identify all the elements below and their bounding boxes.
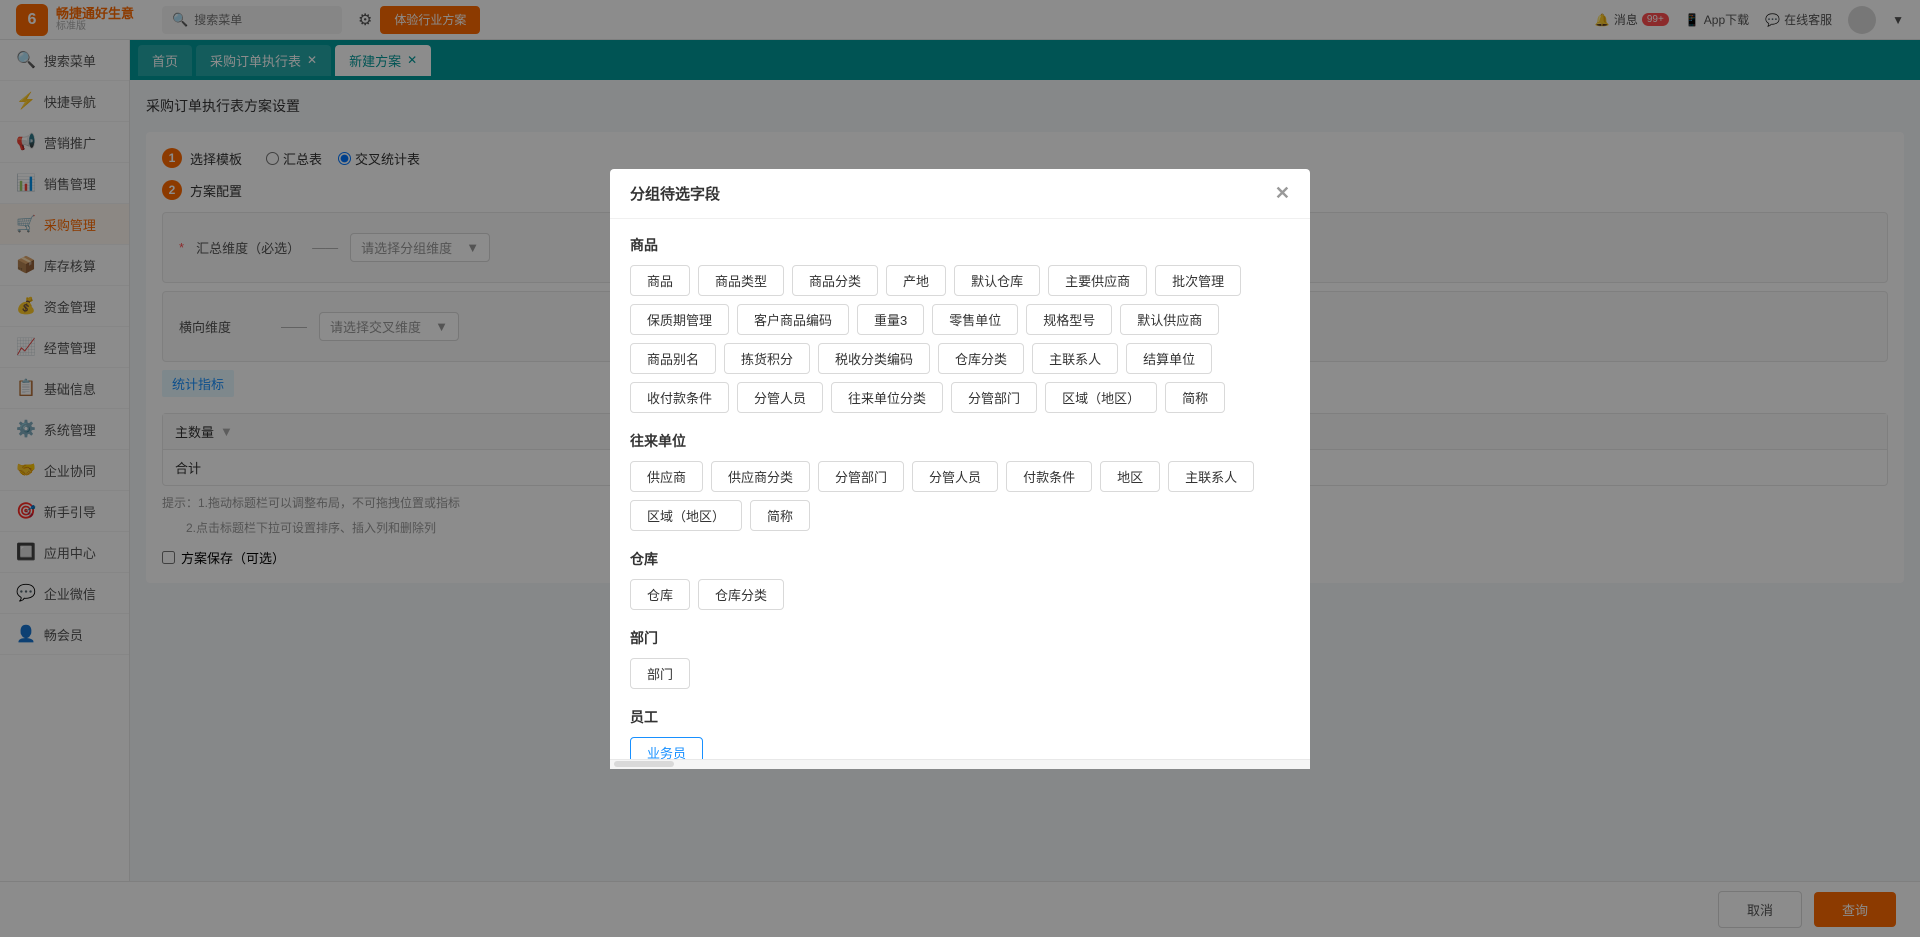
- field-tag[interactable]: 商品类型: [698, 265, 784, 296]
- section-title-warehouse: 仓库: [630, 549, 1290, 569]
- field-tag[interactable]: 税收分类编码: [818, 343, 930, 374]
- modal-header: 分组待选字段 ✕: [610, 169, 1310, 219]
- field-tag[interactable]: 默认仓库: [954, 265, 1040, 296]
- field-tag[interactable]: 主联系人: [1168, 461, 1254, 492]
- field-tag[interactable]: 零售单位: [932, 304, 1018, 335]
- field-tag[interactable]: 收付款条件: [630, 382, 729, 413]
- section-warehouse: 仓库 仓库 仓库分类: [630, 549, 1290, 610]
- field-tag[interactable]: 简称: [1165, 382, 1225, 413]
- field-tag[interactable]: 商品别名: [630, 343, 716, 374]
- employee-fields: 业务员: [630, 737, 1290, 760]
- field-tag[interactable]: 主要供应商: [1048, 265, 1147, 296]
- field-tag[interactable]: 拣货积分: [724, 343, 810, 374]
- field-tag[interactable]: 结算单位: [1126, 343, 1212, 374]
- field-tag[interactable]: 商品分类: [792, 265, 878, 296]
- field-tag[interactable]: 商品: [630, 265, 690, 296]
- modal-body[interactable]: 商品 商品 商品类型 商品分类 产地 默认仓库 主要供应商 批次管理 保质期管理…: [610, 219, 1310, 760]
- section-title-product: 商品: [630, 235, 1290, 255]
- field-tag[interactable]: 仓库分类: [698, 579, 784, 610]
- section-counterpart: 往来单位 供应商 供应商分类 分管部门 分管人员 付款条件 地区 主联系人 区域…: [630, 431, 1290, 531]
- section-title-employee: 员工: [630, 707, 1290, 727]
- field-tag[interactable]: 重量3: [857, 304, 924, 335]
- warehouse-fields: 仓库 仓库分类: [630, 579, 1290, 610]
- field-tag[interactable]: 付款条件: [1006, 461, 1092, 492]
- field-tag[interactable]: 分管人员: [912, 461, 998, 492]
- field-tag[interactable]: 区域（地区）: [1045, 382, 1157, 413]
- field-tag[interactable]: 默认供应商: [1120, 304, 1219, 335]
- hscroll-thumb: [614, 761, 674, 767]
- modal-hscroll[interactable]: [610, 759, 1310, 768]
- field-select-modal: 分组待选字段 ✕ 商品 商品 商品类型 商品分类 产地 默认仓库 主要供应商 批…: [610, 169, 1310, 769]
- field-tag[interactable]: 部门: [630, 658, 690, 689]
- field-tag[interactable]: 分管人员: [737, 382, 823, 413]
- field-tag[interactable]: 往来单位分类: [831, 382, 943, 413]
- field-tag[interactable]: 仓库: [630, 579, 690, 610]
- section-title-counterpart: 往来单位: [630, 431, 1290, 451]
- field-tag[interactable]: 地区: [1100, 461, 1160, 492]
- field-tag[interactable]: 区域（地区）: [630, 500, 742, 531]
- modal-overlay: 分组待选字段 ✕ 商品 商品 商品类型 商品分类 产地 默认仓库 主要供应商 批…: [0, 0, 1920, 937]
- section-product: 商品 商品 商品类型 商品分类 产地 默认仓库 主要供应商 批次管理 保质期管理…: [630, 235, 1290, 413]
- field-tag[interactable]: 分管部门: [951, 382, 1037, 413]
- field-tag[interactable]: 分管部门: [818, 461, 904, 492]
- section-title-department: 部门: [630, 628, 1290, 648]
- department-fields: 部门: [630, 658, 1290, 689]
- section-employee: 员工 业务员: [630, 707, 1290, 760]
- counterpart-fields: 供应商 供应商分类 分管部门 分管人员 付款条件 地区 主联系人 区域（地区） …: [630, 461, 1290, 531]
- field-tag[interactable]: 主联系人: [1032, 343, 1118, 374]
- field-tag[interactable]: 规格型号: [1026, 304, 1112, 335]
- section-department: 部门 部门: [630, 628, 1290, 689]
- modal-close-icon[interactable]: ✕: [1275, 184, 1290, 202]
- field-tag[interactable]: 供应商: [630, 461, 703, 492]
- field-tag[interactable]: 业务员: [630, 737, 703, 760]
- field-tag[interactable]: 产地: [886, 265, 946, 296]
- field-tag[interactable]: 简称: [750, 500, 810, 531]
- product-fields: 商品 商品类型 商品分类 产地 默认仓库 主要供应商 批次管理 保质期管理 客户…: [630, 265, 1290, 413]
- field-tag[interactable]: 仓库分类: [938, 343, 1024, 374]
- field-tag[interactable]: 客户商品编码: [737, 304, 849, 335]
- modal-title: 分组待选字段: [630, 183, 720, 204]
- field-tag[interactable]: 供应商分类: [711, 461, 810, 492]
- field-tag[interactable]: 批次管理: [1155, 265, 1241, 296]
- field-tag[interactable]: 保质期管理: [630, 304, 729, 335]
